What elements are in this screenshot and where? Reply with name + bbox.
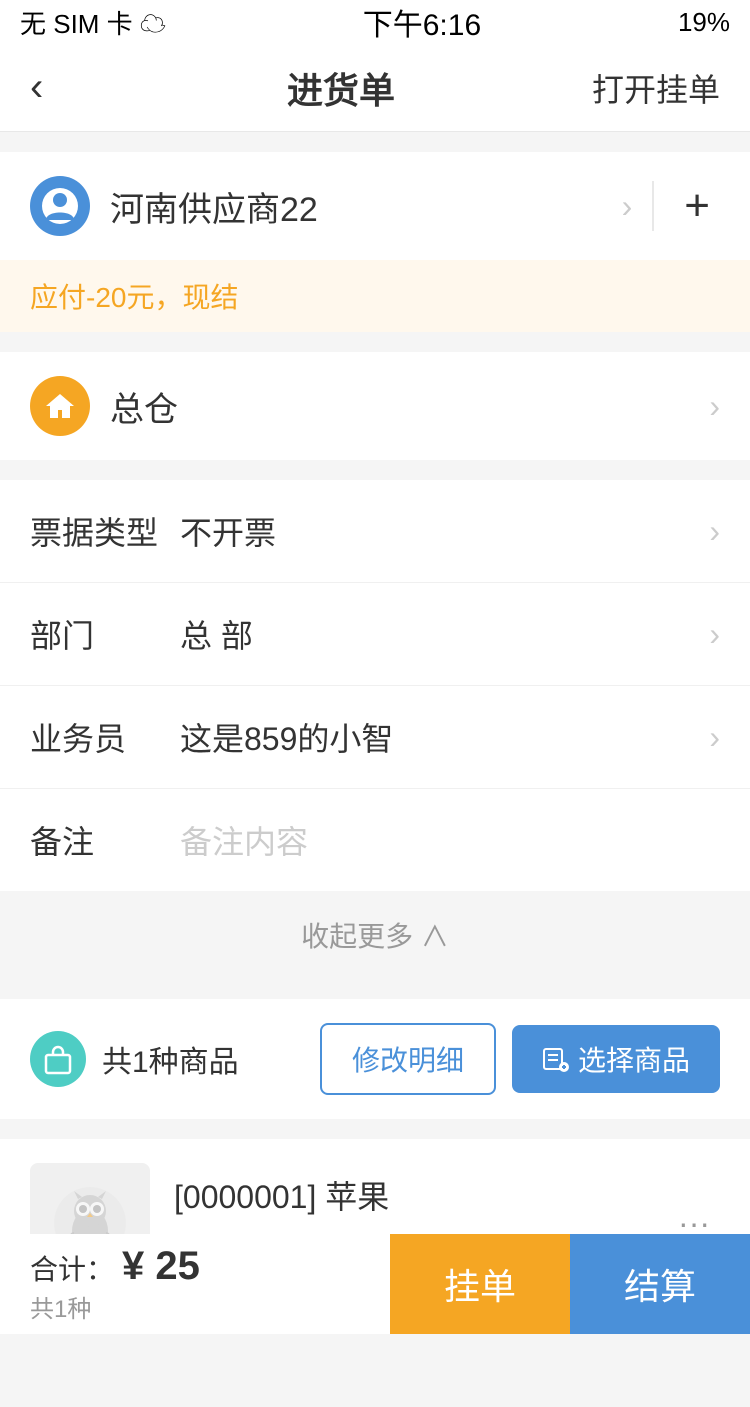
product-title-text: 苹果 [325,1179,389,1215]
nav-bar: ‹ 进货单 打开挂单 [0,44,750,132]
bag-icon [42,1043,74,1075]
salesman-value: 这是859的小智 [160,714,699,760]
ticket-label: 票据类型 [30,508,160,554]
edit-detail-button[interactable]: 修改明细 [320,1023,496,1095]
supplier-avatar [30,176,90,236]
supplier-divider [652,181,654,231]
ticket-value: 不开票 [160,508,699,554]
remark-row[interactable]: 备注 备注内容 [0,788,750,891]
form-section: 票据类型 不开票 › 部门 总 部 › 业务员 这是859的小智 › 备注 备注… [0,480,750,891]
product-count: 共1种商品 [102,1037,320,1081]
supplier-notice: 应付-20元，现结 [0,260,750,332]
status-left: 无 SIM 卡 ☁ [20,4,166,41]
status-time: 下午6:16 [363,0,481,44]
remark-label: 备注 [30,817,160,863]
back-button[interactable]: ‹ [30,65,90,110]
department-value: 总 部 [160,611,699,657]
warehouse-icon [30,376,90,436]
product-name: [0000001] 苹果 [174,1172,668,1218]
salesman-row[interactable]: 业务员 这是859的小智 › [0,685,750,788]
section-gap-2 [0,332,750,352]
ticket-type-row[interactable]: 票据类型 不开票 › [0,480,750,582]
open-hang-button[interactable]: 打开挂单 [592,65,720,111]
total-amount: ¥ 25 [122,1244,200,1289]
page-title: 进货单 [287,62,395,114]
warehouse-row[interactable]: 总仓 › [0,352,750,460]
salesman-chevron-icon: › [709,719,720,756]
status-bar: 无 SIM 卡 ☁ 下午6:16 19% [0,0,750,44]
ticket-chevron-icon: › [709,513,720,550]
warehouse-chevron-icon: › [709,388,720,425]
department-chevron-icon: › [709,616,720,653]
supplier-name: 河南供应商22 [110,182,612,231]
salesman-label: 业务员 [30,714,160,760]
section-gap-1 [0,132,750,152]
select-product-icon [542,1045,570,1073]
products-icon [30,1031,86,1087]
total-section: 合计： ¥ 25 共1种 [0,1244,390,1324]
checkout-button[interactable]: 结算 [570,1234,750,1334]
supplier-section: 河南供应商22 › + 应付-20元，现结 [0,152,750,332]
department-row[interactable]: 部门 总 部 › [0,582,750,685]
house-icon [44,390,76,422]
product-code: [0000001] [174,1179,316,1215]
bottom-bar: 合计： ¥ 25 共1种 挂单 结算 [0,1234,750,1334]
supplier-chevron-icon: › [622,188,633,225]
warehouse-section: 总仓 › [0,352,750,460]
remark-input[interactable]: 备注内容 [160,817,720,863]
select-product-button[interactable]: 选择商品 [512,1025,720,1093]
collapse-button[interactable]: 收起更多 ∧ [0,891,750,979]
add-supplier-button[interactable]: + [674,181,720,231]
section-gap-4 [0,979,750,999]
supplier-row[interactable]: 河南供应商22 › + [0,152,750,260]
section-gap-3 [0,460,750,480]
avatar-icon [42,188,78,224]
total-text: 合计： [30,1248,114,1288]
sim-status: 无 SIM 卡 ☁ [20,4,166,41]
select-product-label: 选择商品 [578,1039,690,1079]
hang-button[interactable]: 挂单 [390,1234,570,1334]
status-right: 19% [678,7,730,38]
total-label: 合计： ¥ 25 [30,1244,360,1289]
person-icon [42,188,78,224]
warehouse-name: 总仓 [110,382,699,431]
battery-status: 19% [678,7,730,38]
total-sub-label: 共1种 [30,1289,360,1324]
department-label: 部门 [30,611,160,657]
products-header: 共1种商品 修改明细 选择商品 [0,999,750,1119]
